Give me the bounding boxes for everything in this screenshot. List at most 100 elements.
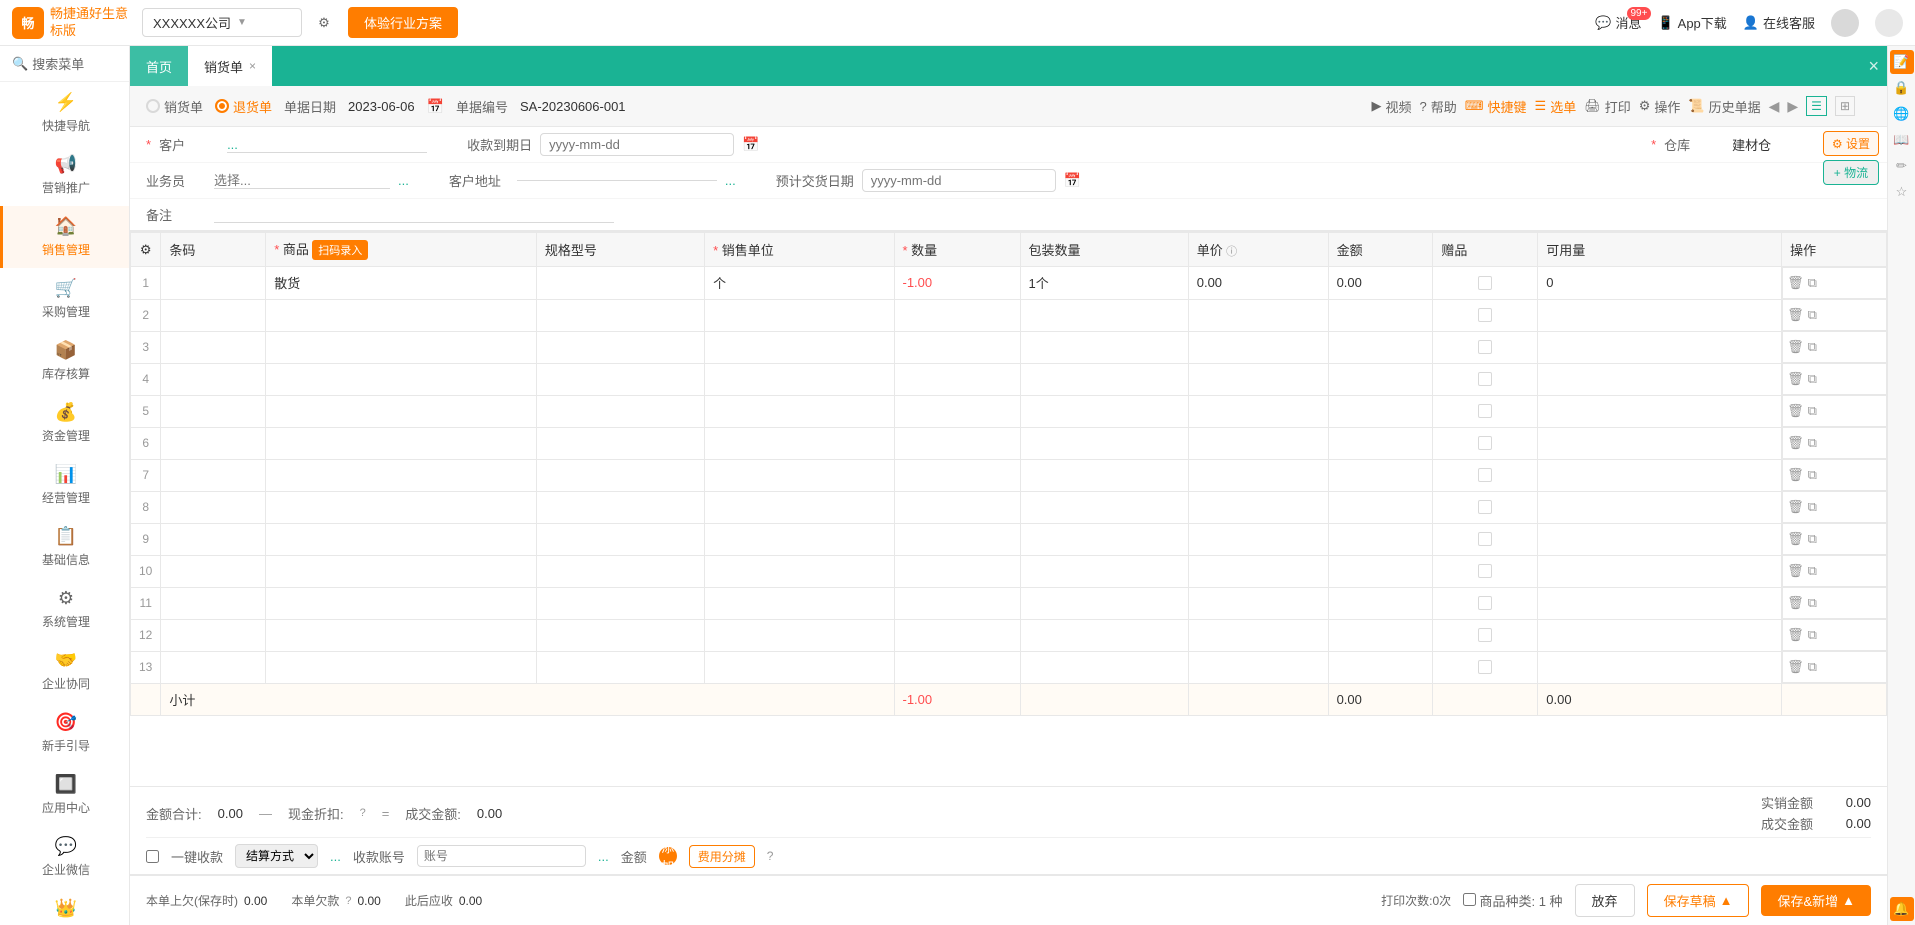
settlement-method-select[interactable]: 结算方式 bbox=[235, 844, 318, 868]
save-draft-button[interactable]: 保存草稿 ▲ bbox=[1647, 884, 1750, 917]
sidebar-item-marketing[interactable]: 📢 营销推广 bbox=[0, 144, 129, 206]
tab-home[interactable]: 首页 bbox=[130, 46, 188, 86]
right-panel-book-icon[interactable]: 📖 bbox=[1890, 128, 1914, 152]
one-click-payment-checkbox[interactable] bbox=[146, 850, 159, 863]
operation-btn[interactable]: ⚙ 操作 bbox=[1639, 97, 1681, 116]
sidebar-item-inventory[interactable]: 📦 库存核算 bbox=[0, 330, 129, 392]
copy-row-icon[interactable]: ⧉ bbox=[1808, 499, 1817, 515]
customer-input[interactable]: ... bbox=[227, 137, 427, 153]
save-new-dropdown-icon[interactable]: ▲ bbox=[1842, 893, 1855, 908]
delete-row-icon[interactable]: 🗑 bbox=[1787, 467, 1804, 483]
gift-checkbox[interactable] bbox=[1478, 532, 1492, 546]
gift-checkbox[interactable] bbox=[1478, 436, 1492, 450]
th-settings[interactable]: ⚙ bbox=[131, 233, 161, 267]
avatar[interactable] bbox=[1831, 9, 1859, 37]
cell-product[interactable]: 散货 bbox=[266, 267, 537, 300]
app-download-button[interactable]: 📱 App下载 bbox=[1657, 13, 1726, 32]
right-panel-edit-icon[interactable]: ✏ bbox=[1890, 154, 1914, 178]
delete-row-icon[interactable]: 🗑 bbox=[1787, 339, 1804, 355]
sidebar-item-quick-nav[interactable]: ⚡ 快捷导航 bbox=[0, 82, 129, 144]
expense-help-icon[interactable]: ? bbox=[767, 849, 774, 863]
prev-arrow[interactable]: ◀ bbox=[1769, 98, 1780, 115]
bank-account-input[interactable] bbox=[417, 845, 586, 867]
sidebar-item-app-center[interactable]: 🔲 应用中心 bbox=[0, 764, 129, 826]
delete-row-icon[interactable]: 🗑 bbox=[1787, 275, 1804, 291]
customer-address-input[interactable] bbox=[517, 180, 717, 181]
trial-button[interactable]: 体验行业方案 bbox=[348, 7, 458, 38]
delete-row-icon[interactable]: 🗑 bbox=[1787, 627, 1804, 643]
copy-row-icon[interactable]: ⧉ bbox=[1808, 371, 1817, 387]
right-panel-lock-icon[interactable]: 🔒 bbox=[1890, 76, 1914, 100]
gift-checkbox[interactable] bbox=[1478, 404, 1492, 418]
cell-barcode[interactable] bbox=[161, 267, 266, 300]
copy-row-icon[interactable]: ⧉ bbox=[1808, 563, 1817, 579]
expense-split-button[interactable]: 费用分摊 bbox=[689, 845, 755, 868]
sidebar-item-purchase[interactable]: 🛒 采购管理 bbox=[0, 268, 129, 330]
delete-row-icon[interactable]: 🗑 bbox=[1787, 307, 1804, 323]
right-panel-note-icon[interactable]: 📝 bbox=[1890, 50, 1914, 74]
sales-order-radio[interactable]: 销货单 bbox=[146, 97, 203, 116]
help-btn[interactable]: ? 帮助 bbox=[1420, 97, 1457, 116]
payment-due-input[interactable] bbox=[540, 133, 734, 156]
save-new-button[interactable]: 保存&新增 ▲ bbox=[1761, 885, 1871, 916]
delivery-calendar-icon[interactable]: 📅 bbox=[1064, 172, 1081, 189]
gift-checkbox[interactable] bbox=[1478, 660, 1492, 674]
sidebar-item-operations[interactable]: 📊 经营管理 bbox=[0, 454, 129, 516]
tab-sales-order[interactable]: 销货单 × bbox=[188, 46, 272, 86]
shortcut-btn[interactable]: ⌨ 快捷键 bbox=[1465, 97, 1527, 116]
delivery-date-input[interactable] bbox=[862, 169, 1056, 192]
close-window-icon[interactable]: × bbox=[1868, 56, 1879, 77]
copy-row-icon[interactable]: ⧉ bbox=[1808, 627, 1817, 643]
delete-row-icon[interactable]: 🗑 bbox=[1787, 403, 1804, 419]
sidebar-search[interactable]: 🔍 搜索菜单 bbox=[0, 46, 129, 82]
save-draft-dropdown-icon[interactable]: ▲ bbox=[1720, 893, 1733, 908]
return-order-radio[interactable]: 退货单 bbox=[215, 97, 272, 116]
sidebar-item-enterprise[interactable]: 🤝 企业协同 bbox=[0, 640, 129, 702]
copy-row-icon[interactable]: ⧉ bbox=[1808, 307, 1817, 323]
gift-checkbox[interactable] bbox=[1478, 340, 1492, 354]
discount-info-icon[interactable]: ? bbox=[360, 807, 366, 819]
message-button[interactable]: 💬 消息 99+ bbox=[1595, 13, 1641, 32]
gift-checkbox[interactable] bbox=[1478, 628, 1492, 642]
gift-checkbox[interactable] bbox=[1478, 564, 1492, 578]
sidebar-item-new-guide[interactable]: 🎯 新手引导 bbox=[0, 702, 129, 764]
sidebar-item-basic-info[interactable]: 📋 基础信息 bbox=[0, 516, 129, 578]
tab-close-icon[interactable]: × bbox=[249, 59, 256, 73]
copy-row-icon[interactable]: ⧉ bbox=[1808, 531, 1817, 547]
right-panel-star-icon[interactable]: ☆ bbox=[1890, 180, 1914, 204]
copy-row-icon[interactable]: ⧉ bbox=[1808, 595, 1817, 611]
salesperson-dots[interactable]: ... bbox=[398, 173, 409, 188]
video-btn[interactable]: ▶ 视频 bbox=[1371, 97, 1411, 116]
sidebar-item-enterprise-wechat[interactable]: 💬 企业微信 bbox=[0, 826, 129, 888]
unit-price-info-icon[interactable]: ⓘ bbox=[1226, 246, 1237, 258]
right-panel-globe-icon[interactable]: 🌐 bbox=[1890, 102, 1914, 126]
goods-checkbox[interactable] bbox=[1463, 893, 1476, 906]
copy-row-icon[interactable]: ⧉ bbox=[1808, 275, 1817, 291]
salesperson-input[interactable] bbox=[214, 173, 390, 189]
delete-row-icon[interactable]: 🗑 bbox=[1787, 371, 1804, 387]
copy-row-icon[interactable]: ⧉ bbox=[1808, 339, 1817, 355]
logistics-button[interactable]: + 物流 bbox=[1823, 160, 1879, 185]
cell-sales-unit[interactable]: 个 bbox=[705, 267, 894, 300]
copy-row-icon[interactable]: ⧉ bbox=[1808, 659, 1817, 675]
sidebar-item-member[interactable]: 👑 畅会员 bbox=[0, 888, 129, 925]
sidebar-item-system[interactable]: ⚙ 系统管理 bbox=[0, 578, 129, 640]
next-arrow[interactable]: ▶ bbox=[1787, 98, 1798, 115]
sidebar-item-finance[interactable]: 💰 资金管理 bbox=[0, 392, 129, 454]
settlement-dots[interactable]: ... bbox=[330, 849, 341, 864]
remarks-input[interactable] bbox=[214, 207, 614, 223]
select-order-btn[interactable]: ☰ 选单 bbox=[1535, 97, 1577, 116]
cell-gift[interactable] bbox=[1433, 267, 1538, 300]
settings-button[interactable]: ⚙ 设置 bbox=[1823, 131, 1879, 156]
history-btn[interactable]: 📜 历史单据 bbox=[1688, 97, 1760, 116]
gift-checkbox[interactable] bbox=[1478, 372, 1492, 386]
company-selector[interactable]: XXXXXX公司 ▼ bbox=[142, 8, 302, 37]
gift-checkbox[interactable] bbox=[1478, 308, 1492, 322]
delete-row-icon[interactable]: 🗑 bbox=[1787, 499, 1804, 515]
cell-qty[interactable]: -1.00 bbox=[894, 267, 1020, 300]
date-picker-icon[interactable]: 📅 bbox=[427, 98, 444, 115]
copy-row-icon[interactable]: ⧉ bbox=[1808, 435, 1817, 451]
list-view-btn[interactable]: ☰ bbox=[1806, 96, 1827, 116]
abandon-button[interactable]: 放弃 bbox=[1575, 884, 1635, 917]
copy-row-icon[interactable]: ⧉ bbox=[1808, 403, 1817, 419]
